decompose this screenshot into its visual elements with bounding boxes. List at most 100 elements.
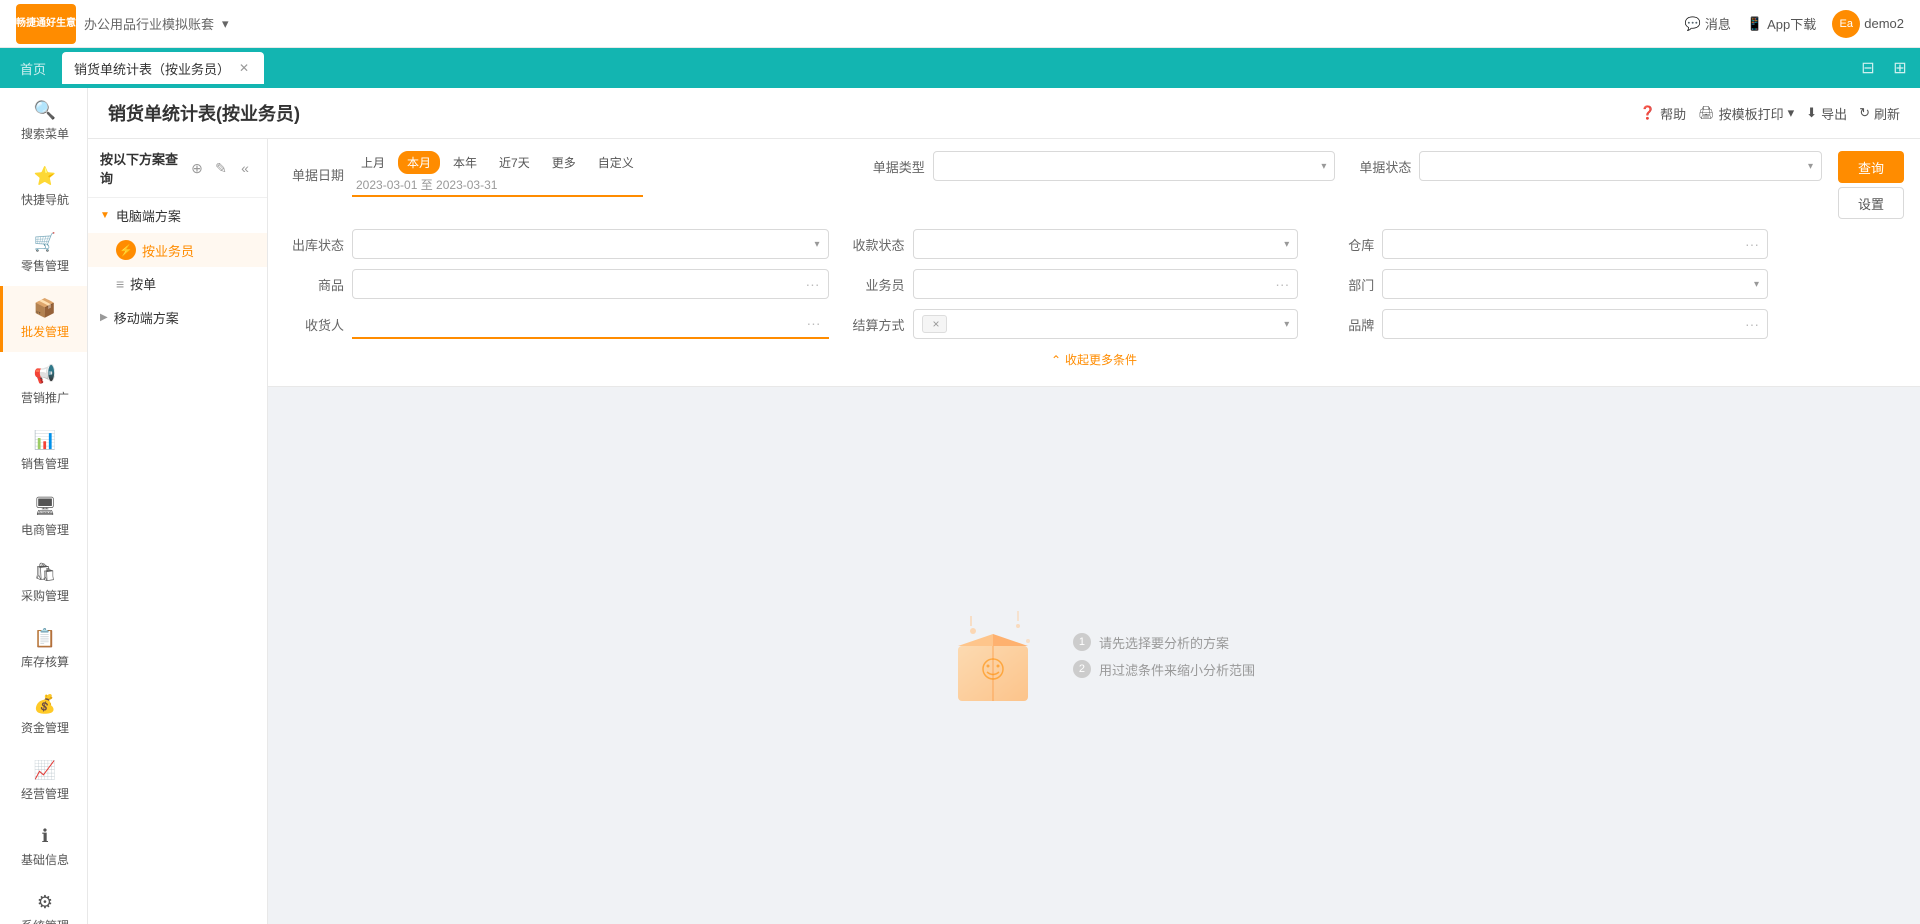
warehouse-input[interactable]: ··· [1382,229,1768,259]
sidebar-item-sales[interactable]: 📊 销售管理 [0,418,87,484]
collapse-panel-btn[interactable]: « [235,158,255,178]
logo: 畅捷通好生意 [16,4,76,44]
chevron-down-icon: ▼ [100,210,110,221]
settle-method-label: 结算方式 [845,315,905,334]
salesman-dots-icon: ··· [1275,276,1289,292]
sidebar-item-wholesale[interactable]: 📦 批发管理 [0,286,87,352]
dept-label: 部门 [1314,275,1374,294]
linechart-icon: 📈 [34,760,56,781]
warehouse-dots-icon: ··· [1745,236,1759,252]
date-btn-custom[interactable]: 自定义 [589,151,643,174]
tree-section-desktop[interactable]: ▼ 电脑端方案 [88,198,267,233]
sidebar-item-purchase[interactable]: 🛍 采购管理 [0,550,87,616]
tree-item-by-doc[interactable]: ≡ 按单 [88,267,267,300]
print-btn[interactable]: 🖨 按模板打印 ▾ [1698,104,1794,123]
sidebar-item-ecommerce[interactable]: 🖥 电商管理 [0,484,87,550]
goods-dots-icon: ··· [806,276,820,292]
sidebar-item-finance[interactable]: 💰 资金管理 [0,682,87,748]
active-scheme-icon: ⚡ [116,240,136,260]
date-btn-7days[interactable]: 近7天 [490,151,539,174]
receipt-status-label: 收款状态 [845,235,905,254]
empty-tip-2: 2 用过滤条件来缩小分析范围 [1073,660,1255,679]
left-panel-header: 按以下方案查询 ⊕ ✎ « [88,139,267,198]
settings-button[interactable]: 设置 [1838,187,1904,219]
content-area: 销货单统计表(按业务员) ❓ 帮助 🖨 按模板打印 ▾ ⬇ 导出 ↻ 刷新 [88,88,1920,924]
export-btn[interactable]: ⬇ 导出 [1806,104,1847,123]
gear-icon: ⚙ [37,892,53,913]
print-dropdown-icon: ▾ [1788,105,1795,121]
edit-scheme-btn[interactable]: ✎ [211,158,231,178]
tip-1-number: 1 [1073,633,1091,651]
out-status-label: 出库状态 [284,235,344,254]
bag-icon: 🛍 [34,562,57,583]
date-btn-this-year[interactable]: 本年 [444,151,486,174]
collapse-more-btn[interactable]: ⌃ 收起更多条件 [284,345,1904,374]
filter-area: 单据日期 上月 本月 本年 近7天 更多 自定义 [268,139,1920,387]
message-btn[interactable]: 💬 消息 [1685,14,1731,33]
receipt-status-select[interactable]: ▾ [913,229,1299,259]
dept-arrow-icon: ▾ [1754,279,1759,290]
help-btn[interactable]: ❓ 帮助 [1640,104,1686,123]
chevron-up-icon: ⌃ [1051,353,1061,367]
sidebar-item-marketing[interactable]: 📢 营销推广 [0,352,87,418]
settle-method-clear-icon[interactable]: × [933,317,940,331]
settle-method-arrow-icon: ▾ [1284,319,1289,330]
date-buttons: 上月 本月 本年 近7天 更多 自定义 [352,151,643,174]
empty-tip-1: 1 请先选择要分析的方案 [1073,633,1255,652]
tab-home[interactable]: 首页 [8,52,58,84]
export-icon: ⬇ [1806,105,1817,121]
sidebar-item-shortcut[interactable]: ⭐ 快捷导航 [0,154,87,220]
date-btn-this-month[interactable]: 本月 [398,151,440,174]
clipboard-icon: 📋 [34,628,56,649]
app-title-dropdown[interactable]: ▾ [222,16,229,32]
sidebar-item-inventory[interactable]: 📋 库存核算 [0,616,87,682]
date-btn-more[interactable]: 更多 [543,151,585,174]
header-actions: ❓ 帮助 🖨 按模板打印 ▾ ⬇ 导出 ↻ 刷新 [1640,104,1900,123]
chart-icon: 📊 [34,430,56,451]
download-icon: 📱 [1747,16,1763,32]
doc-scheme-icon: ≡ [116,276,124,292]
dept-select[interactable]: ▾ [1382,269,1768,299]
empty-tips: 1 请先选择要分析的方案 2 用过滤条件来缩小分析范围 [1073,633,1255,679]
doc-type-arrow-icon: ▾ [1321,161,1326,172]
doc-type-select[interactable]: ▾ [933,151,1336,181]
app-title: 办公用品行业模拟账套 [84,14,214,33]
query-button[interactable]: 查询 [1838,151,1904,183]
tab-minimize-btn[interactable]: ⊟ [1856,56,1880,80]
brand-input[interactable]: ··· [1382,309,1768,339]
date-btn-last-month[interactable]: 上月 [352,151,394,174]
star-icon: ⭐ [34,166,56,187]
sidebar-item-retail[interactable]: 🛒 零售管理 [0,220,87,286]
left-panel-icons: ⊕ ✎ « [187,158,255,178]
add-scheme-btn[interactable]: ⊕ [187,158,207,178]
tree-section-mobile[interactable]: ▶ 移动端方案 [88,300,267,335]
chevron-right-icon: ▶ [100,312,108,323]
salesman-label: 业务员 [845,275,905,294]
settle-method-select[interactable]: × ▾ [913,309,1299,339]
app-download-btn[interactable]: 📱 App下载 [1747,14,1816,33]
receipt-status-arrow-icon: ▾ [1284,239,1289,250]
page-header: 销货单统计表(按业务员) ❓ 帮助 🖨 按模板打印 ▾ ⬇ 导出 ↻ 刷新 [88,88,1920,139]
sidebar-item-search[interactable]: 🔍 搜索菜单 [0,88,87,154]
salesman-input[interactable]: ··· [913,269,1299,299]
sidebar-item-basic[interactable]: ℹ 基础信息 [0,814,87,880]
tree-item-by-salesman[interactable]: ⚡ 按业务员 [88,233,267,267]
tab-expand-btn[interactable]: ⊞ [1888,56,1912,80]
help-icon: ❓ [1640,105,1656,121]
topbar: 畅捷通好生意 办公用品行业模拟账套 ▾ 💬 消息 📱 App下载 Ea demo… [0,0,1920,48]
settle-method-tag: × [922,315,947,333]
user-menu[interactable]: Ea demo2 [1832,10,1904,38]
out-status-select[interactable]: ▾ [352,229,829,259]
tab-sales-stat[interactable]: 销货单统计表（按业务员） ✕ [62,52,264,84]
doc-status-arrow-icon: ▾ [1808,161,1813,172]
tab-close-icon[interactable]: ✕ [236,60,252,76]
sidebar-item-operation[interactable]: 📈 经营管理 [0,748,87,814]
consignee-input[interactable]: ··· [352,309,829,339]
search-icon: 🔍 [34,100,56,121]
refresh-btn[interactable]: ↻ 刷新 [1859,104,1900,123]
goods-input[interactable]: ··· [352,269,829,299]
sidebar-item-system[interactable]: ⚙ 系统管理 [0,880,87,924]
doc-status-select[interactable]: ▾ [1419,151,1822,181]
tabbar: 首页 销货单统计表（按业务员） ✕ ⊟ ⊞ [0,48,1920,88]
page-title: 销货单统计表(按业务员) [108,100,300,126]
